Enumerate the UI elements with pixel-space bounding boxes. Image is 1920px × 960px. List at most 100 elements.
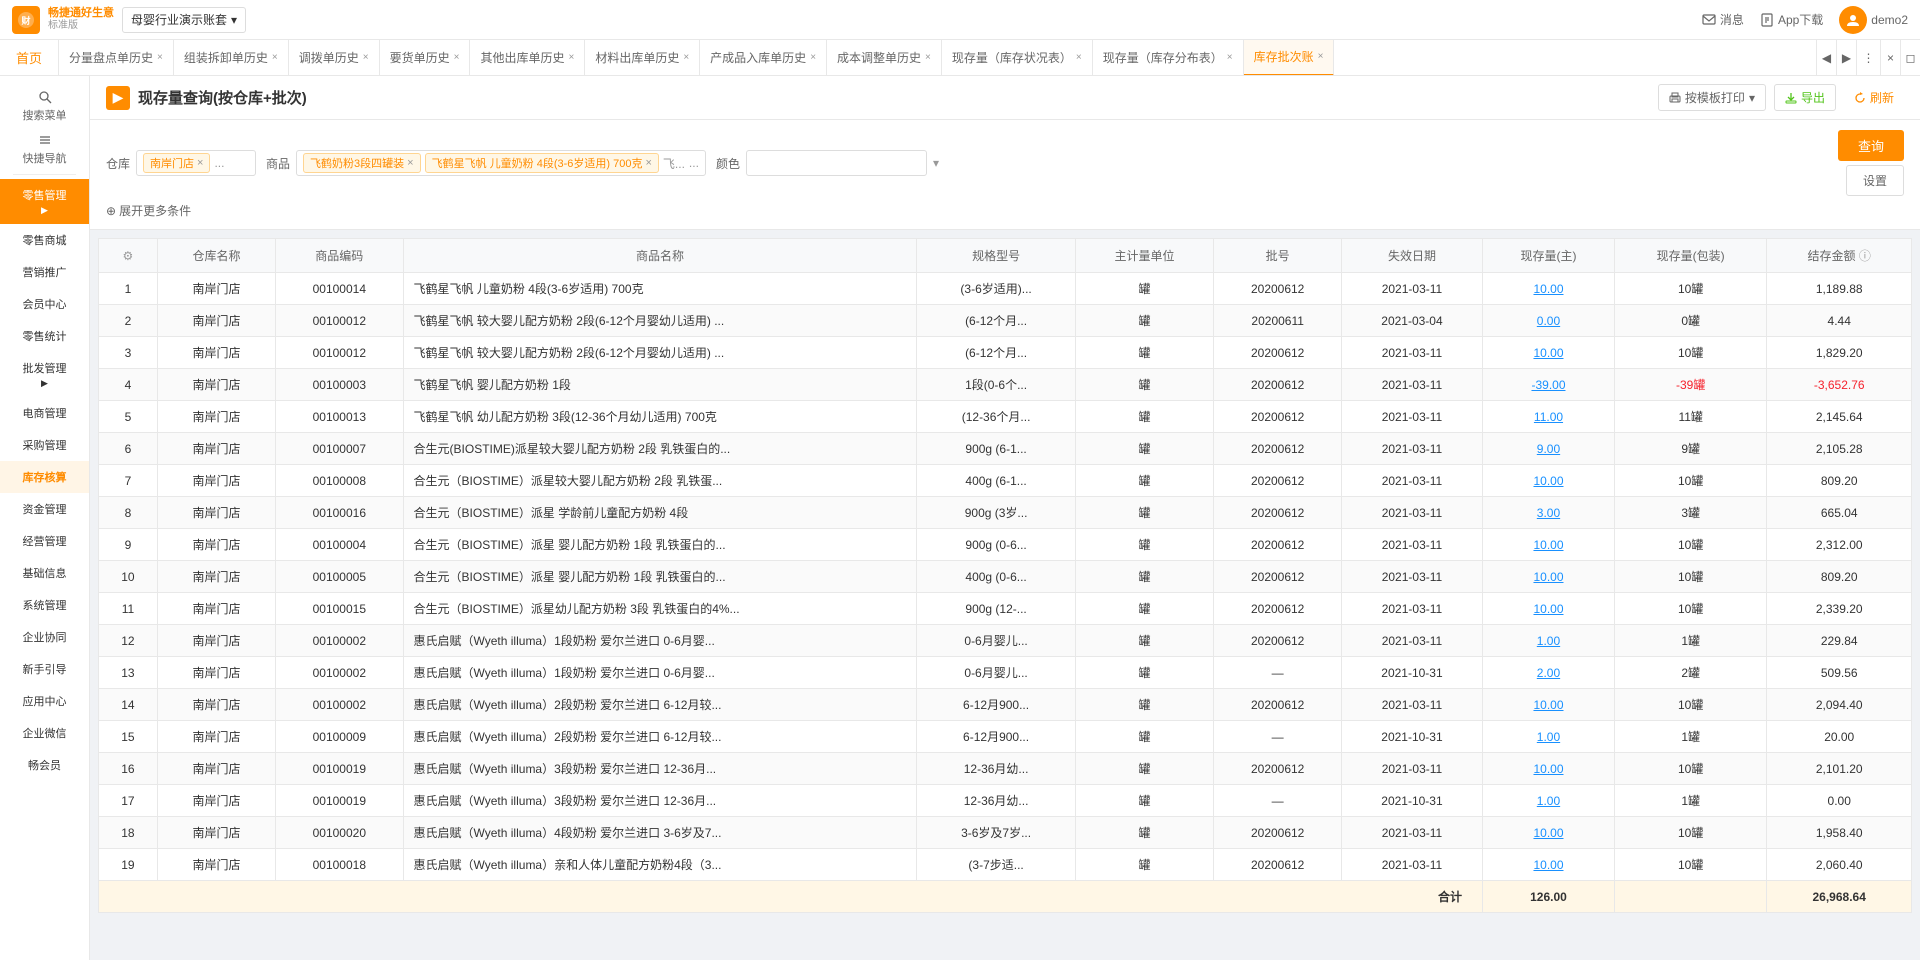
tab-close-icon[interactable]: × bbox=[925, 52, 931, 63]
sidebar-item-guide[interactable]: 新手引导 bbox=[0, 653, 89, 685]
sidebar-item-operations[interactable]: 经营管理 bbox=[0, 525, 89, 557]
color-input[interactable] bbox=[746, 150, 927, 176]
row-qty-main[interactable]: 10.00 bbox=[1483, 273, 1615, 305]
sidebar-item-collab[interactable]: 企业协同 bbox=[0, 621, 89, 653]
app-download-btn[interactable]: App下载 bbox=[1760, 11, 1823, 28]
warehouse-more[interactable]: ... bbox=[214, 156, 224, 170]
message-btn[interactable]: 消息 bbox=[1702, 11, 1744, 28]
tab-close-icon[interactable]: × bbox=[454, 52, 460, 63]
tab-close-icon[interactable]: × bbox=[1318, 51, 1324, 62]
sidebar-item-retail-stats[interactable]: 零售统计 bbox=[0, 320, 89, 352]
amount-info-icon[interactable]: ⓘ bbox=[1859, 249, 1871, 263]
tab-item-2[interactable]: 组装拆卸单历史 × bbox=[174, 40, 289, 76]
row-name[interactable]: 飞鹤星飞帆 幼儿配方奶粉 3段(12-36个月幼儿适用) 700克 bbox=[403, 401, 917, 433]
tab-next-btn[interactable]: ▶ bbox=[1836, 40, 1856, 76]
sidebar-item-wechat[interactable]: 企业微信 bbox=[0, 717, 89, 749]
remove-product-tag-1-btn[interactable]: × bbox=[407, 157, 413, 169]
row-name[interactable]: 惠氏启赋（Wyeth illuma）4段奶粉 爱尔兰进口 3-6岁及7... bbox=[403, 817, 917, 849]
row-qty-main[interactable]: 1.00 bbox=[1483, 625, 1615, 657]
row-qty-main[interactable]: 2.00 bbox=[1483, 657, 1615, 689]
sidebar-item-member2[interactable]: 畅会员 bbox=[0, 749, 89, 781]
row-qty-main[interactable]: 9.00 bbox=[1483, 433, 1615, 465]
sidebar-item-marketing[interactable]: 营销推广 bbox=[0, 256, 89, 288]
row-qty-main[interactable]: 1.00 bbox=[1483, 721, 1615, 753]
row-name[interactable]: 合生元（BIOSTIME）派星较大婴儿配方奶粉 2段 乳铁蛋... bbox=[403, 465, 917, 497]
tab-item-3[interactable]: 调拨单历史 × bbox=[289, 40, 380, 76]
row-qty-main[interactable]: -39.00 bbox=[1483, 369, 1615, 401]
sidebar-item-purchase[interactable]: 采购管理 bbox=[0, 429, 89, 461]
row-qty-main[interactable]: 11.00 bbox=[1483, 401, 1615, 433]
color-dropdown-icon[interactable]: ▾ bbox=[933, 156, 939, 170]
tab-item-7[interactable]: 产成品入库单历史 × bbox=[700, 40, 827, 76]
row-qty-main[interactable]: 10.00 bbox=[1483, 561, 1615, 593]
print-btn[interactable]: 按模板打印 ▾ bbox=[1658, 84, 1766, 111]
sidebar-item-wholesale[interactable]: 批发管理 ▶ bbox=[0, 352, 89, 397]
sidebar-item-ecommerce[interactable]: 电商管理 bbox=[0, 397, 89, 429]
color-input-field[interactable] bbox=[753, 153, 920, 173]
workspace-selector[interactable]: 母婴行业演示账套 ▾ bbox=[122, 7, 246, 33]
row-name[interactable]: 惠氏启赋（Wyeth illuma）3段奶粉 爱尔兰进口 12-36月... bbox=[403, 785, 917, 817]
row-name[interactable]: 飞鹤星飞帆 较大婴儿配方奶粉 2段(6-12个月婴幼儿适用) ... bbox=[403, 337, 917, 369]
row-name[interactable]: 飞鹤星飞帆 婴儿配方奶粉 1段 bbox=[403, 369, 917, 401]
row-name[interactable]: 惠氏启赋（Wyeth illuma）3段奶粉 爱尔兰进口 12-36月... bbox=[403, 753, 917, 785]
row-qty-main[interactable]: 10.00 bbox=[1483, 849, 1615, 881]
row-qty-main[interactable]: 10.00 bbox=[1483, 817, 1615, 849]
product-input[interactable]: 飞鹤奶粉3段四罐装 × 飞鹤星飞帆 儿童奶粉 4段(3-6岁适用) 700克 ×… bbox=[296, 150, 706, 176]
sidebar-item-retail-mall[interactable]: 零售商城 bbox=[0, 224, 89, 256]
tab-close-icon[interactable]: × bbox=[810, 52, 816, 63]
sidebar-search[interactable]: 搜索菜单 bbox=[0, 84, 89, 129]
row-qty-main[interactable]: 10.00 bbox=[1483, 753, 1615, 785]
tab-item-10[interactable]: 现存量（库存分布表） × bbox=[1093, 40, 1244, 76]
warehouse-input[interactable]: 南岸门店 × ... bbox=[136, 150, 256, 176]
row-name[interactable]: 惠氏启赋（Wyeth illuma）1段奶粉 爱尔兰进口 0-6月婴... bbox=[403, 657, 917, 689]
tab-close-icon[interactable]: × bbox=[568, 52, 574, 63]
tab-close-icon[interactable]: × bbox=[157, 52, 163, 63]
row-name[interactable]: 惠氏启赋（Wyeth illuma）2段奶粉 爱尔兰进口 6-12月较... bbox=[403, 689, 917, 721]
product-more[interactable]: 飞... bbox=[663, 155, 685, 172]
print-dropdown-icon[interactable]: ▾ bbox=[1749, 91, 1755, 105]
tab-item-11[interactable]: 库存批次账 × bbox=[1244, 40, 1335, 76]
row-qty-main[interactable]: 10.00 bbox=[1483, 529, 1615, 561]
tab-close-all-btn[interactable]: × bbox=[1880, 40, 1900, 76]
sidebar-item-basic-info[interactable]: 基础信息 bbox=[0, 557, 89, 589]
row-name[interactable]: 飞鹤星飞帆 儿童奶粉 4段(3-6岁适用) 700克 bbox=[403, 273, 917, 305]
toggle-sidebar-btn[interactable]: ▶ bbox=[106, 86, 130, 110]
row-name[interactable]: 惠氏启赋（Wyeth illuma）亲和人体儿童配方奶粉4段（3... bbox=[403, 849, 917, 881]
query-btn[interactable]: 查询 bbox=[1838, 130, 1904, 161]
tab-item-6[interactable]: 材料出库单历史 × bbox=[585, 40, 700, 76]
row-name[interactable]: 合生元（BIOSTIME）派星 婴儿配方奶粉 1段 乳铁蛋白的... bbox=[403, 529, 917, 561]
tab-close-icon[interactable]: × bbox=[1227, 52, 1233, 63]
tab-prev-btn[interactable]: ◀ bbox=[1816, 40, 1836, 76]
row-qty-main[interactable]: 10.00 bbox=[1483, 689, 1615, 721]
sidebar-quick-nav[interactable]: 快捷导航 bbox=[0, 129, 89, 170]
tab-item-9[interactable]: 现存量（库存状况表） × bbox=[942, 40, 1093, 76]
tab-item-1[interactable]: 分量盘点单历史 × bbox=[59, 40, 174, 76]
expand-btn[interactable]: ⊕ 展开更多条件 bbox=[106, 202, 1904, 219]
row-name[interactable]: 合生元（BIOSTIME）派星幼儿配方奶粉 3段 乳铁蛋白的4%... bbox=[403, 593, 917, 625]
tab-item-4[interactable]: 要货单历史 × bbox=[380, 40, 471, 76]
tab-home[interactable]: 首页 bbox=[0, 40, 59, 76]
settings-btn[interactable]: 设置 bbox=[1846, 165, 1904, 196]
row-qty-main[interactable]: 1.00 bbox=[1483, 785, 1615, 817]
remove-warehouse-tag-btn[interactable]: × bbox=[197, 157, 203, 169]
row-qty-main[interactable]: 10.00 bbox=[1483, 593, 1615, 625]
sidebar-item-inventory[interactable]: 库存核算 bbox=[0, 461, 89, 493]
settings-icon[interactable]: ⚙ bbox=[123, 249, 134, 263]
tab-close-icon[interactable]: × bbox=[272, 52, 278, 63]
tab-expand-btn[interactable]: ◻ bbox=[1900, 40, 1920, 76]
user-info[interactable]: demo2 bbox=[1839, 6, 1908, 34]
tab-close-icon[interactable]: × bbox=[683, 52, 689, 63]
export-btn[interactable]: 导出 bbox=[1774, 84, 1836, 111]
sidebar-item-app-center[interactable]: 应用中心 bbox=[0, 685, 89, 717]
sidebar-item-member[interactable]: 会员中心 bbox=[0, 288, 89, 320]
row-qty-main[interactable]: 10.00 bbox=[1483, 337, 1615, 369]
row-name[interactable]: 合生元（BIOSTIME）派星 婴儿配方奶粉 1段 乳铁蛋白的... bbox=[403, 561, 917, 593]
row-name[interactable]: 惠氏启赋（Wyeth illuma）2段奶粉 爱尔兰进口 6-12月较... bbox=[403, 721, 917, 753]
row-name[interactable]: 惠氏启赋（Wyeth illuma）1段奶粉 爱尔兰进口 0-6月婴... bbox=[403, 625, 917, 657]
refresh-btn[interactable]: 刷新 bbox=[1844, 85, 1904, 110]
row-qty-main[interactable]: 3.00 bbox=[1483, 497, 1615, 529]
remove-product-tag-2-btn[interactable]: × bbox=[645, 157, 651, 169]
tab-item-5[interactable]: 其他出库单历史 × bbox=[470, 40, 585, 76]
row-qty-main[interactable]: 0.00 bbox=[1483, 305, 1615, 337]
product-more2[interactable]: ... bbox=[689, 156, 699, 170]
